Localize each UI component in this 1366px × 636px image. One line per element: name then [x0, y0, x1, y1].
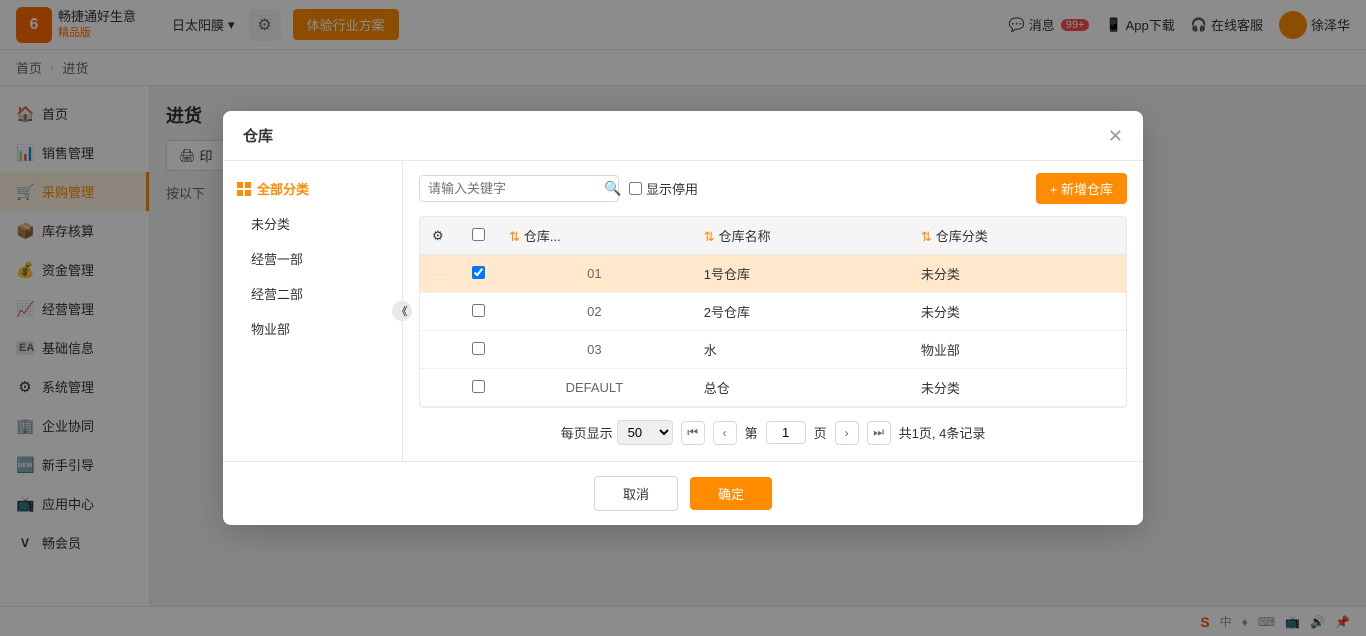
row-name: 总仓 — [692, 369, 909, 407]
category-all-header[interactable]: 全部分类 — [223, 171, 402, 206]
row-gear-icon — [420, 331, 460, 369]
per-page-label: 每页显示 — [561, 423, 613, 442]
per-page-selector: 每页显示 50 10 20 100 — [561, 420, 673, 445]
confirm-button[interactable]: 确定 — [690, 477, 772, 510]
dialog-main: 🔍 显示停用 + 新增仓库 ⚙ — [403, 161, 1143, 461]
row-category: 未分类 — [909, 255, 1126, 293]
show-disabled-checkbox[interactable] — [629, 182, 642, 195]
th-name: ⇅仓库名称 — [692, 217, 909, 255]
row-checkbox[interactable] — [472, 380, 485, 393]
category-item-uncategorized[interactable]: 未分类 — [223, 206, 402, 241]
row-checkbox-cell — [460, 255, 497, 293]
row-code: DEFAULT — [497, 369, 692, 407]
table-body: ··· 01 1号仓库 未分类 02 2号仓库 未分类 — [420, 255, 1126, 407]
row-name: 1号仓库 — [692, 255, 909, 293]
select-all-checkbox[interactable] — [472, 228, 485, 241]
category-item-ops2[interactable]: 经营二部 — [223, 276, 402, 311]
row-category: 未分类 — [909, 369, 1126, 407]
dialog-body: 全部分类 未分类 经营一部 经营二部 物业部 《 🔍 — [223, 161, 1143, 461]
pagination: 每页显示 50 10 20 100 ⏮ ‹ 第 页 › ⏭ — [419, 408, 1127, 449]
row-checkbox[interactable] — [472, 304, 485, 317]
row-code: 03 — [497, 331, 692, 369]
row-category: 未分类 — [909, 293, 1126, 331]
collapse-sidebar-button[interactable]: 《 — [392, 301, 412, 321]
th-gear: ⚙ — [420, 217, 460, 255]
warehouse-dialog: 仓库 ✕ 全部分类 未分类 经营一部 经营二部 物业部 《 — [223, 111, 1143, 525]
table-row[interactable]: 02 2号仓库 未分类 — [420, 293, 1126, 331]
category-item-ops1[interactable]: 经营一部 — [223, 241, 402, 276]
category-item-property[interactable]: 物业部 — [223, 311, 402, 346]
cancel-button[interactable]: 取消 — [594, 476, 678, 511]
sort-name-icon: ⇅ — [704, 229, 715, 244]
row-checkbox-cell — [460, 293, 497, 331]
dialog-title: 仓库 — [243, 125, 273, 146]
category-sidebar: 全部分类 未分类 经营一部 经营二部 物业部 《 — [223, 161, 403, 461]
row-category: 物业部 — [909, 331, 1126, 369]
sort-cat-icon: ⇅ — [921, 229, 932, 244]
table-row[interactable]: DEFAULT 总仓 未分类 — [420, 369, 1126, 407]
search-input[interactable] — [428, 181, 604, 196]
search-box: 🔍 — [419, 175, 619, 202]
th-category: ⇅仓库分类 — [909, 217, 1126, 255]
th-code: ⇅仓库... — [497, 217, 692, 255]
page-unit: 页 — [814, 423, 827, 442]
row-gear-icon — [420, 293, 460, 331]
table-row[interactable]: ··· 01 1号仓库 未分类 — [420, 255, 1126, 293]
dialog-footer: 取消 确定 — [223, 461, 1143, 525]
row-name: 2号仓库 — [692, 293, 909, 331]
row-code: 02 — [497, 293, 692, 331]
row-checkbox-cell — [460, 331, 497, 369]
category-all-label: 全部分类 — [257, 179, 309, 198]
row-gear-icon — [420, 369, 460, 407]
first-page-button[interactable]: ⏮ — [681, 421, 705, 445]
grid-icon — [237, 182, 251, 196]
row-gear-icon: ··· — [420, 255, 460, 293]
row-checkbox[interactable] — [472, 266, 485, 279]
show-disabled-checkbox-label[interactable]: 显示停用 — [629, 179, 698, 198]
page-label: 第 — [745, 423, 758, 442]
total-info: 共1页, 4条记录 — [899, 423, 986, 442]
row-code: 01 — [497, 255, 692, 293]
sort-icon: ⇅ — [509, 229, 520, 244]
table-row[interactable]: 03 水 物业部 — [420, 331, 1126, 369]
table-header-row: ⚙ ⇅仓库... ⇅仓库名称 ⇅仓库分类 — [420, 217, 1126, 255]
dialog-toolbar: 🔍 显示停用 + 新增仓库 — [419, 173, 1127, 204]
last-page-button[interactable]: ⏭ — [867, 421, 891, 445]
row-name: 水 — [692, 331, 909, 369]
page-number-input[interactable] — [766, 421, 806, 444]
dialog-header: 仓库 ✕ — [223, 111, 1143, 161]
warehouse-table: ⚙ ⇅仓库... ⇅仓库名称 ⇅仓库分类 — [419, 216, 1127, 408]
dialog-close-button[interactable]: ✕ — [1108, 127, 1123, 145]
row-checkbox[interactable] — [472, 342, 485, 355]
per-page-select[interactable]: 50 10 20 100 — [617, 420, 673, 445]
th-checkbox — [460, 217, 497, 255]
row-checkbox-cell — [460, 369, 497, 407]
add-warehouse-button[interactable]: + 新增仓库 — [1036, 173, 1127, 204]
next-page-button[interactable]: › — [835, 421, 859, 445]
modal-overlay: 仓库 ✕ 全部分类 未分类 经营一部 经营二部 物业部 《 — [0, 0, 1366, 636]
prev-page-button[interactable]: ‹ — [713, 421, 737, 445]
table: ⚙ ⇅仓库... ⇅仓库名称 ⇅仓库分类 — [420, 217, 1126, 407]
search-icon[interactable]: 🔍 — [604, 180, 621, 197]
show-disabled-label: 显示停用 — [646, 179, 698, 198]
